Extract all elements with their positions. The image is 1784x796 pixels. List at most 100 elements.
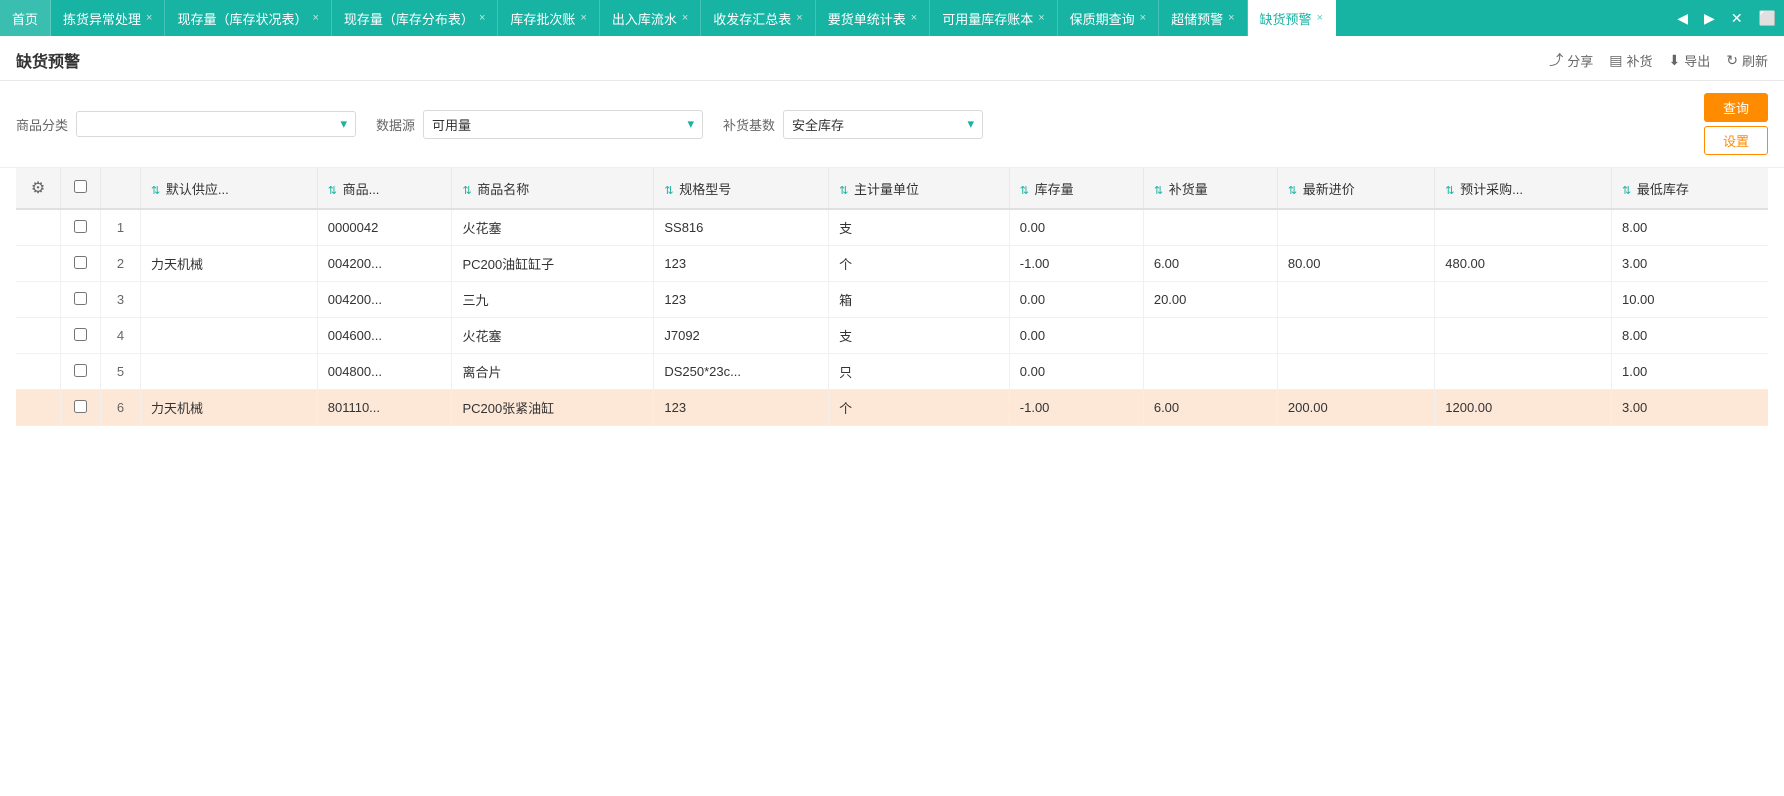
col-header-unit[interactable]: ⇅ 主计量单位 [829,168,1010,209]
tab-bar: 首页 拣货异常处理 × 现存量（库存状况表） × 现存量（库存分布表） × 库存… [0,0,1784,36]
replenish-icon: ▤ [1609,52,1622,69]
row-est-purchase: 1200.00 [1435,390,1612,426]
table-header-row: ⚙ ⇅ 默认供应... ⇅ 商品... ⇅ [16,168,1768,209]
row-replenish-qty: 20.00 [1143,282,1277,318]
row-stock: -1.00 [1009,246,1143,282]
row-num: 5 [101,354,141,390]
table-row[interactable]: 3 004200... 三九 123 箱 0.00 20.00 10.00 [16,282,1768,318]
tab-nav-controls: ◀ ▶ ✕ ⬜ [1669,10,1784,27]
replenish-button[interactable]: ▤ 补货 [1609,51,1652,70]
row-stock: 0.00 [1009,209,1143,246]
tab-close-shortage[interactable]: × [1317,12,1323,24]
row-checkbox-cell [61,390,101,426]
row-unit: 个 [829,390,1010,426]
tab-home[interactable]: 首页 [0,0,51,36]
row-product-name: 离合片 [452,354,654,390]
tab-close-available[interactable]: × [1038,12,1044,24]
export-icon: ⬇ [1669,52,1681,69]
page-title: 缺货预警 [16,48,80,72]
col-header-default-supplier[interactable]: ⇅ 默认供应... [141,168,318,209]
row-min-stock: 3.00 [1611,246,1768,282]
table-row[interactable]: 6 力天机械 801110... PC200张紧油缸 123 个 -1.00 6… [16,390,1768,426]
row-unit: 支 [829,209,1010,246]
table-body: 1 0000042 火花塞 SS816 支 0.00 8.00 2 力天机械 0… [16,209,1768,426]
col-header-min-stock[interactable]: ⇅ 最低库存 [1611,168,1768,209]
tab-shortage[interactable]: 缺货预警 × [1248,0,1336,36]
tab-close-inventory-status[interactable]: × [312,12,318,24]
table-row[interactable]: 1 0000042 火花塞 SS816 支 0.00 8.00 [16,209,1768,246]
category-select[interactable]: ▾ [76,111,356,137]
tab-close-flow[interactable]: × [682,12,688,24]
tab-picking-exception[interactable]: 拣货异常处理 × [51,0,165,36]
row-checkbox-3[interactable] [74,328,87,341]
row-min-stock: 1.00 [1611,354,1768,390]
row-num: 1 [101,209,141,246]
tab-close-summary[interactable]: × [796,12,802,24]
row-checkbox-1[interactable] [74,256,87,269]
query-button[interactable]: 查询 [1704,93,1768,122]
row-est-purchase [1435,354,1612,390]
col-header-product-name[interactable]: ⇅ 商品名称 [452,168,654,209]
row-checkbox-cell [61,282,101,318]
col-header-est-purchase[interactable]: ⇅ 预计采购... [1435,168,1612,209]
row-stock: -1.00 [1009,390,1143,426]
datasource-select[interactable]: 可用量 ▾ [423,110,703,139]
tab-close-inventory-distribution[interactable]: × [479,12,485,24]
row-num: 6 [101,390,141,426]
col-header-latest-price[interactable]: ⇅ 最新进价 [1277,168,1434,209]
row-unit: 个 [829,246,1010,282]
tab-expiry[interactable]: 保质期查询 × [1058,0,1159,36]
tab-close-batch[interactable]: × [580,12,586,24]
row-checkbox-4[interactable] [74,364,87,377]
row-stock: 0.00 [1009,282,1143,318]
column-settings-icon[interactable]: ⚙ [26,176,50,200]
row-unit: 箱 [829,282,1010,318]
row-checkbox-5[interactable] [74,400,87,413]
row-checkbox-2[interactable] [74,292,87,305]
tab-close-picking[interactable]: × [146,12,152,24]
select-all-checkbox[interactable] [74,180,87,193]
col-header-stock[interactable]: ⇅ 库存量 [1009,168,1143,209]
col-header-spec[interactable]: ⇅ 规格型号 [654,168,829,209]
tab-summary[interactable]: 收发存汇总表 × [701,0,815,36]
settings-button[interactable]: 设置 [1704,126,1768,155]
table-row[interactable]: 5 004800... 离合片 DS250*23c... 只 0.00 1.00 [16,354,1768,390]
tab-prev-btn[interactable]: ◀ [1669,10,1696,27]
export-button[interactable]: ⬇ 导出 [1669,51,1711,70]
row-product-code: 004200... [317,282,452,318]
share-button[interactable]: ⤴ 分享 [1549,50,1593,70]
tab-expand-btn[interactable]: ⬜ [1751,10,1784,27]
tab-requisition[interactable]: 要货单统计表 × [816,0,930,36]
replenish-base-select[interactable]: 安全库存 ▾ [783,110,983,139]
row-product-code: 004600... [317,318,452,354]
row-product-name: 火花塞 [452,318,654,354]
row-checkbox-0[interactable] [74,220,87,233]
row-min-stock: 10.00 [1611,282,1768,318]
tab-available-ledger[interactable]: 可用量库存账本 × [930,0,1057,36]
row-supplier [141,318,318,354]
table-row[interactable]: 2 力天机械 004200... PC200油缸缸子 123 个 -1.00 6… [16,246,1768,282]
row-est-purchase: 480.00 [1435,246,1612,282]
table-row[interactable]: 4 004600... 火花塞 J7092 支 0.00 8.00 [16,318,1768,354]
table-container: ⚙ ⇅ 默认供应... ⇅ 商品... ⇅ [0,168,1784,442]
tab-inventory-status[interactable]: 现存量（库存状况表） × [165,0,331,36]
tab-close-requisition[interactable]: × [911,12,917,24]
tab-close-expiry[interactable]: × [1140,12,1146,24]
tab-inventory-distribution[interactable]: 现存量（库存分布表） × [332,0,498,36]
row-settings-cell [16,282,61,318]
datasource-value: 可用量 [432,115,471,134]
col-header-product-code[interactable]: ⇅ 商品... [317,168,452,209]
tab-flow[interactable]: 出入库流水 × [600,0,701,36]
tab-close-overstock[interactable]: × [1228,12,1234,24]
tab-overstock[interactable]: 超储预警 × [1159,0,1247,36]
row-spec: J7092 [654,318,829,354]
tab-next-btn[interactable]: ▶ [1696,10,1723,27]
col-header-replenish-qty[interactable]: ⇅ 补货量 [1143,168,1277,209]
tab-close-all-btn[interactable]: ✕ [1723,10,1751,27]
row-est-purchase [1435,282,1612,318]
row-stock: 0.00 [1009,354,1143,390]
tab-batch-account[interactable]: 库存批次账 × [498,0,599,36]
category-filter-group: 商品分类 ▾ [16,111,356,137]
sort-name-icon: ⇅ [462,185,471,197]
refresh-button[interactable]: ↻ 刷新 [1726,51,1768,70]
